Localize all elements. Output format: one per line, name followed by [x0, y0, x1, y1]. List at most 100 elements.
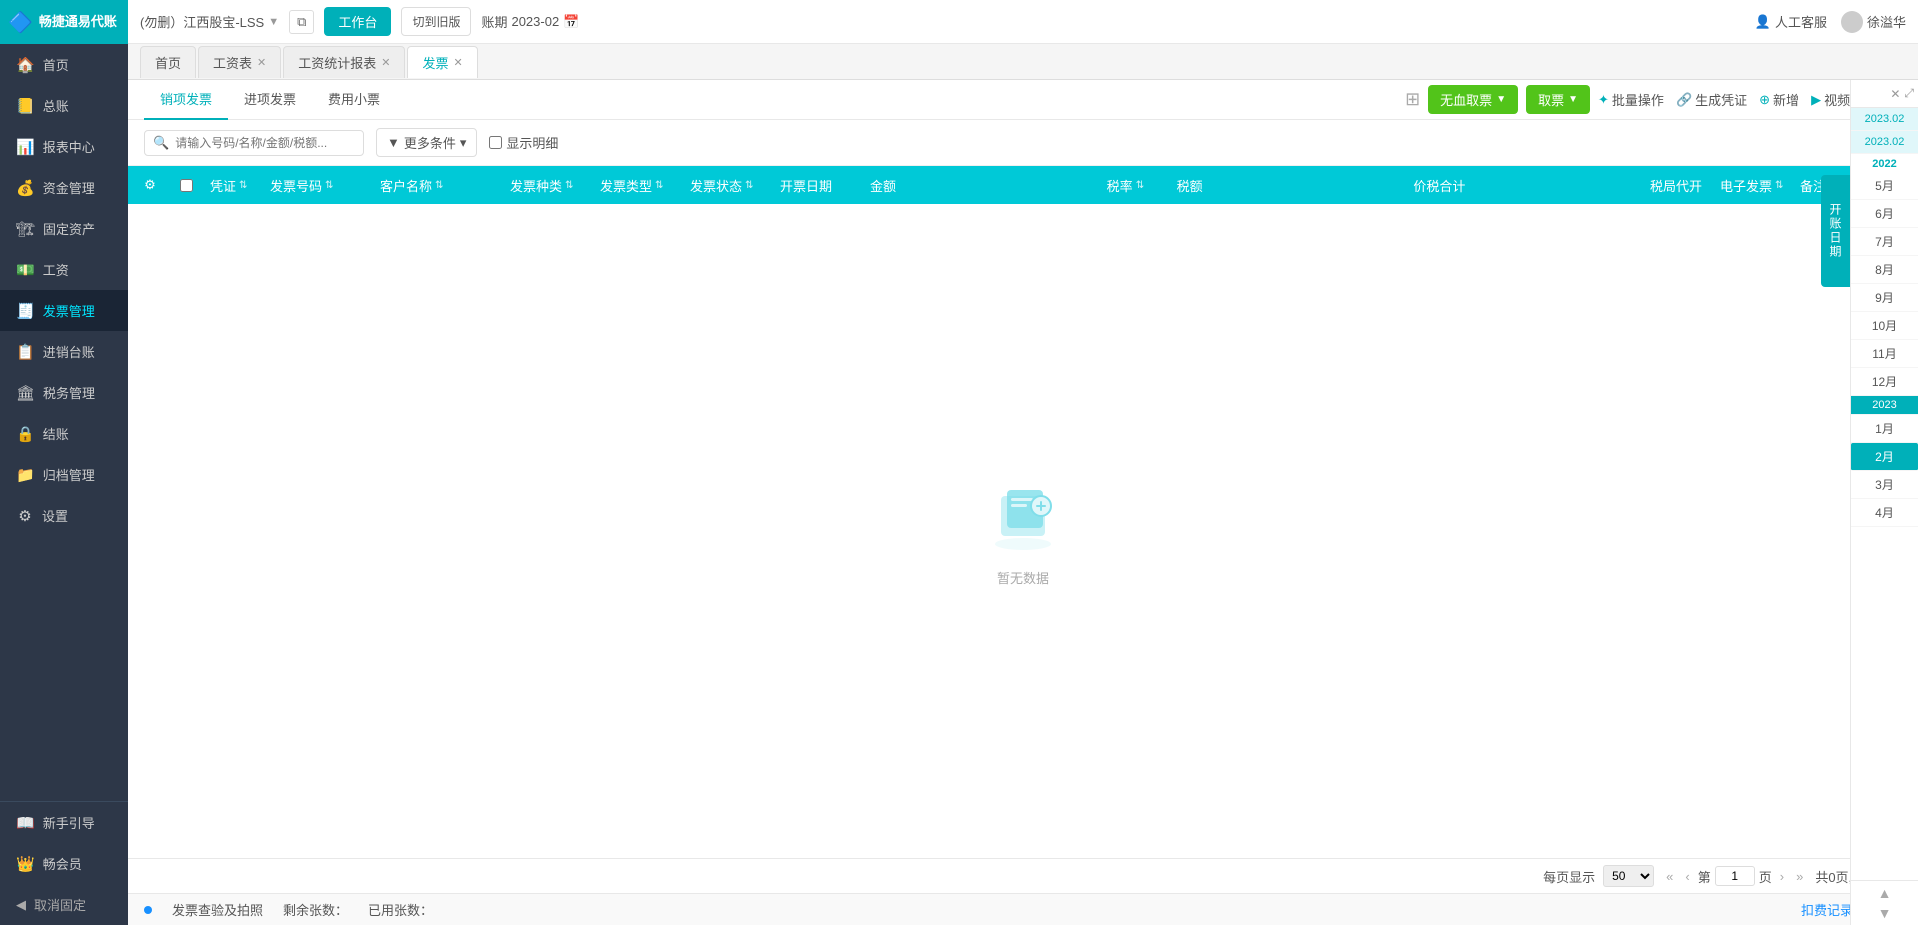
sidebar-item-reports[interactable]: 📊 报表中心	[0, 126, 128, 167]
date-item-2023-02-top1[interactable]: 2023.02	[1851, 108, 1918, 131]
date-item-10[interactable]: 10月	[1851, 312, 1918, 340]
tab-invoice[interactable]: 发票 ✕	[407, 46, 477, 78]
more-filter-label: 更多条件	[404, 133, 456, 152]
per-page-select[interactable]: 50 100 200	[1603, 865, 1654, 887]
sidebar-item-settings[interactable]: ⚙ 设置	[0, 495, 128, 536]
date-item-5[interactable]: 5月	[1851, 172, 1918, 200]
sidebar-item-guide[interactable]: 📖 新手引导	[0, 802, 128, 843]
sidebar-item-general-ledger[interactable]: 📒 总账	[0, 85, 128, 126]
date-panel-close-icon[interactable]: ✕	[1890, 87, 1900, 101]
tax-rate-sort-icon[interactable]: ⇅	[1136, 180, 1144, 191]
old-version-button[interactable]: 切到旧版	[401, 7, 471, 36]
deduction-record-link[interactable]: 扣费记录	[1801, 900, 1853, 919]
sidebar-item-archive[interactable]: 📁 归档管理	[0, 454, 128, 495]
th-checkbox[interactable]	[168, 166, 204, 204]
tab-invoice-close-icon[interactable]: ✕	[454, 56, 463, 69]
sidebar-item-closing[interactable]: 🔒 结账	[0, 413, 128, 454]
table-header: ⚙ 凭证 ⇅ 发票号码 ⇅ 客户名称 ⇅ 发票种类 ⇅ 发票类型 ⇅	[128, 166, 1918, 204]
workspace-button[interactable]: 工作台	[324, 7, 391, 36]
page-number-input[interactable]	[1715, 866, 1755, 886]
gen-voucher-button[interactable]: 🔗 生成凭证	[1676, 90, 1747, 109]
sidebar-item-home[interactable]: 🏠 首页	[0, 44, 128, 85]
copy-company-button[interactable]: ⧉	[289, 10, 314, 34]
tab-home[interactable]: 首页	[140, 46, 196, 78]
subtab-expense-receipt[interactable]: 费用小票	[312, 80, 396, 120]
date-item-2023-4[interactable]: 4月	[1851, 499, 1918, 527]
sidebar-item-payroll[interactable]: 💵 工资	[0, 249, 128, 290]
page-label-suffix: 页	[1759, 867, 1772, 886]
user-menu[interactable]: 徐溢华	[1841, 11, 1906, 33]
sidebar-item-tax[interactable]: 🏛 税务管理	[0, 372, 128, 413]
select-all-checkbox[interactable]	[180, 179, 193, 192]
content-area: 销项发票 进项发票 费用小票 ⊞ 无血取票 ▼ 取票 ▼	[128, 80, 1918, 925]
customer-sort-icon[interactable]: ⇅	[435, 180, 443, 191]
sidebar-item-fund[interactable]: 💰 资金管理	[0, 167, 128, 208]
gen-voucher-icon: 🔗	[1676, 92, 1692, 108]
period-value: 2023-02	[511, 14, 559, 29]
search-input[interactable]	[175, 136, 355, 150]
tab-payroll-table[interactable]: 工资表 ✕	[198, 46, 281, 78]
subtab-sales-label: 销项发票	[160, 92, 212, 107]
date-item-6[interactable]: 6月	[1851, 200, 1918, 228]
date-item-12[interactable]: 12月	[1851, 368, 1918, 396]
date-item-11[interactable]: 11月	[1851, 340, 1918, 368]
next-page-button[interactable]: ›	[1776, 867, 1788, 886]
period-display: 账期 2023-02 📅	[481, 12, 579, 31]
date-item-2023-02-top2[interactable]: 2023.02	[1851, 131, 1918, 154]
more-filter-chevron-icon: ▾	[460, 135, 467, 151]
e-invoice-sort-icon[interactable]: ⇅	[1775, 180, 1783, 191]
more-filter-button[interactable]: ▼ 更多条件 ▾	[376, 128, 477, 157]
tab-home-label: 首页	[155, 53, 181, 72]
tab-payroll-stats[interactable]: 工资统计报表 ✕	[283, 46, 405, 78]
date-item-2023-1[interactable]: 1月	[1851, 415, 1918, 443]
invoice-no-sort-icon[interactable]: ⇅	[325, 180, 333, 191]
company-selector[interactable]: (勿删）江西股宝-LSS ▼	[140, 12, 279, 31]
show-detail-checkbox-wrap[interactable]: 显示明细	[489, 133, 558, 152]
invoice-status-sort-icon[interactable]: ⇅	[745, 180, 753, 191]
th-settings[interactable]: ⚙	[132, 166, 168, 204]
first-page-button[interactable]: «	[1662, 867, 1677, 886]
th-voucher: 凭证 ⇅	[204, 166, 264, 204]
open-period-button[interactable]: 开账日期	[1821, 175, 1850, 287]
sidebar-label-ledger: 总账	[43, 96, 69, 115]
search-wrap: 🔍	[144, 130, 364, 156]
grid-view-icon[interactable]: ⊞	[1405, 89, 1420, 110]
batch-op-button[interactable]: ✦ 批量操作	[1598, 90, 1664, 109]
sidebar-item-fixed-assets[interactable]: 🏗 固定资产	[0, 208, 128, 249]
date-item-9[interactable]: 9月	[1851, 284, 1918, 312]
subtab-purchase-invoice[interactable]: 进项发票	[228, 80, 312, 120]
sidebar-item-invoice[interactable]: 🧾 发票管理	[0, 290, 128, 331]
invoice-cat-sort-icon[interactable]: ⇅	[655, 180, 663, 191]
sidebar-logo[interactable]: 🔷 畅捷通易代账	[0, 0, 128, 44]
date-item-7[interactable]: 7月	[1851, 228, 1918, 256]
last-page-button[interactable]: »	[1792, 867, 1807, 886]
prev-page-button[interactable]: ‹	[1681, 867, 1693, 886]
take-button[interactable]: 取票 ▼	[1526, 85, 1590, 114]
date-item-8[interactable]: 8月	[1851, 256, 1918, 284]
new-button[interactable]: ⊕ 新增	[1759, 90, 1799, 109]
invoice-type-sort-icon[interactable]: ⇅	[565, 180, 573, 191]
show-detail-checkbox[interactable]	[489, 136, 502, 149]
video-button[interactable]: ▶ 视频	[1811, 90, 1850, 109]
filterbar: 🔍 ▼ 更多条件 ▾ 显示明细	[128, 120, 1918, 166]
subtab-sales-invoice[interactable]: 销项发票	[144, 80, 228, 120]
sidebar-item-member[interactable]: 👑 畅会员	[0, 843, 128, 884]
footer: 每页显示 50 100 200 « ‹ 第 页 › » 共0页, 0条记录	[128, 858, 1918, 893]
sidebar-item-sales-purchase[interactable]: 📋 进销台账	[0, 331, 128, 372]
take-chevron-icon: ▼	[1568, 94, 1578, 105]
ledger-icon: 📒	[16, 97, 35, 115]
no-tax-button[interactable]: 无血取票 ▼	[1428, 85, 1518, 114]
sidebar-item-unpin[interactable]: ◀ 取消固定	[0, 884, 128, 925]
tab-payroll-close-icon[interactable]: ✕	[257, 56, 266, 69]
date-panel-expand-icon[interactable]: ⤢	[1904, 86, 1914, 101]
service-button[interactable]: 👤 人工客服	[1755, 12, 1827, 31]
tab-payroll-stats-close-icon[interactable]: ✕	[381, 56, 390, 69]
date-item-2023-2[interactable]: 2月	[1851, 443, 1918, 471]
date-panel-down-icon[interactable]: ▼	[1878, 905, 1892, 921]
th-customer-name: 客户名称 ⇅	[374, 166, 504, 204]
date-panel-up-icon[interactable]: ▲	[1878, 885, 1892, 901]
voucher-sort-icon[interactable]: ⇅	[239, 180, 247, 191]
sidebar-label-closing: 结账	[43, 424, 69, 443]
date-item-2023-3[interactable]: 3月	[1851, 471, 1918, 499]
sidebar-label-invoice: 发票管理	[43, 301, 95, 320]
